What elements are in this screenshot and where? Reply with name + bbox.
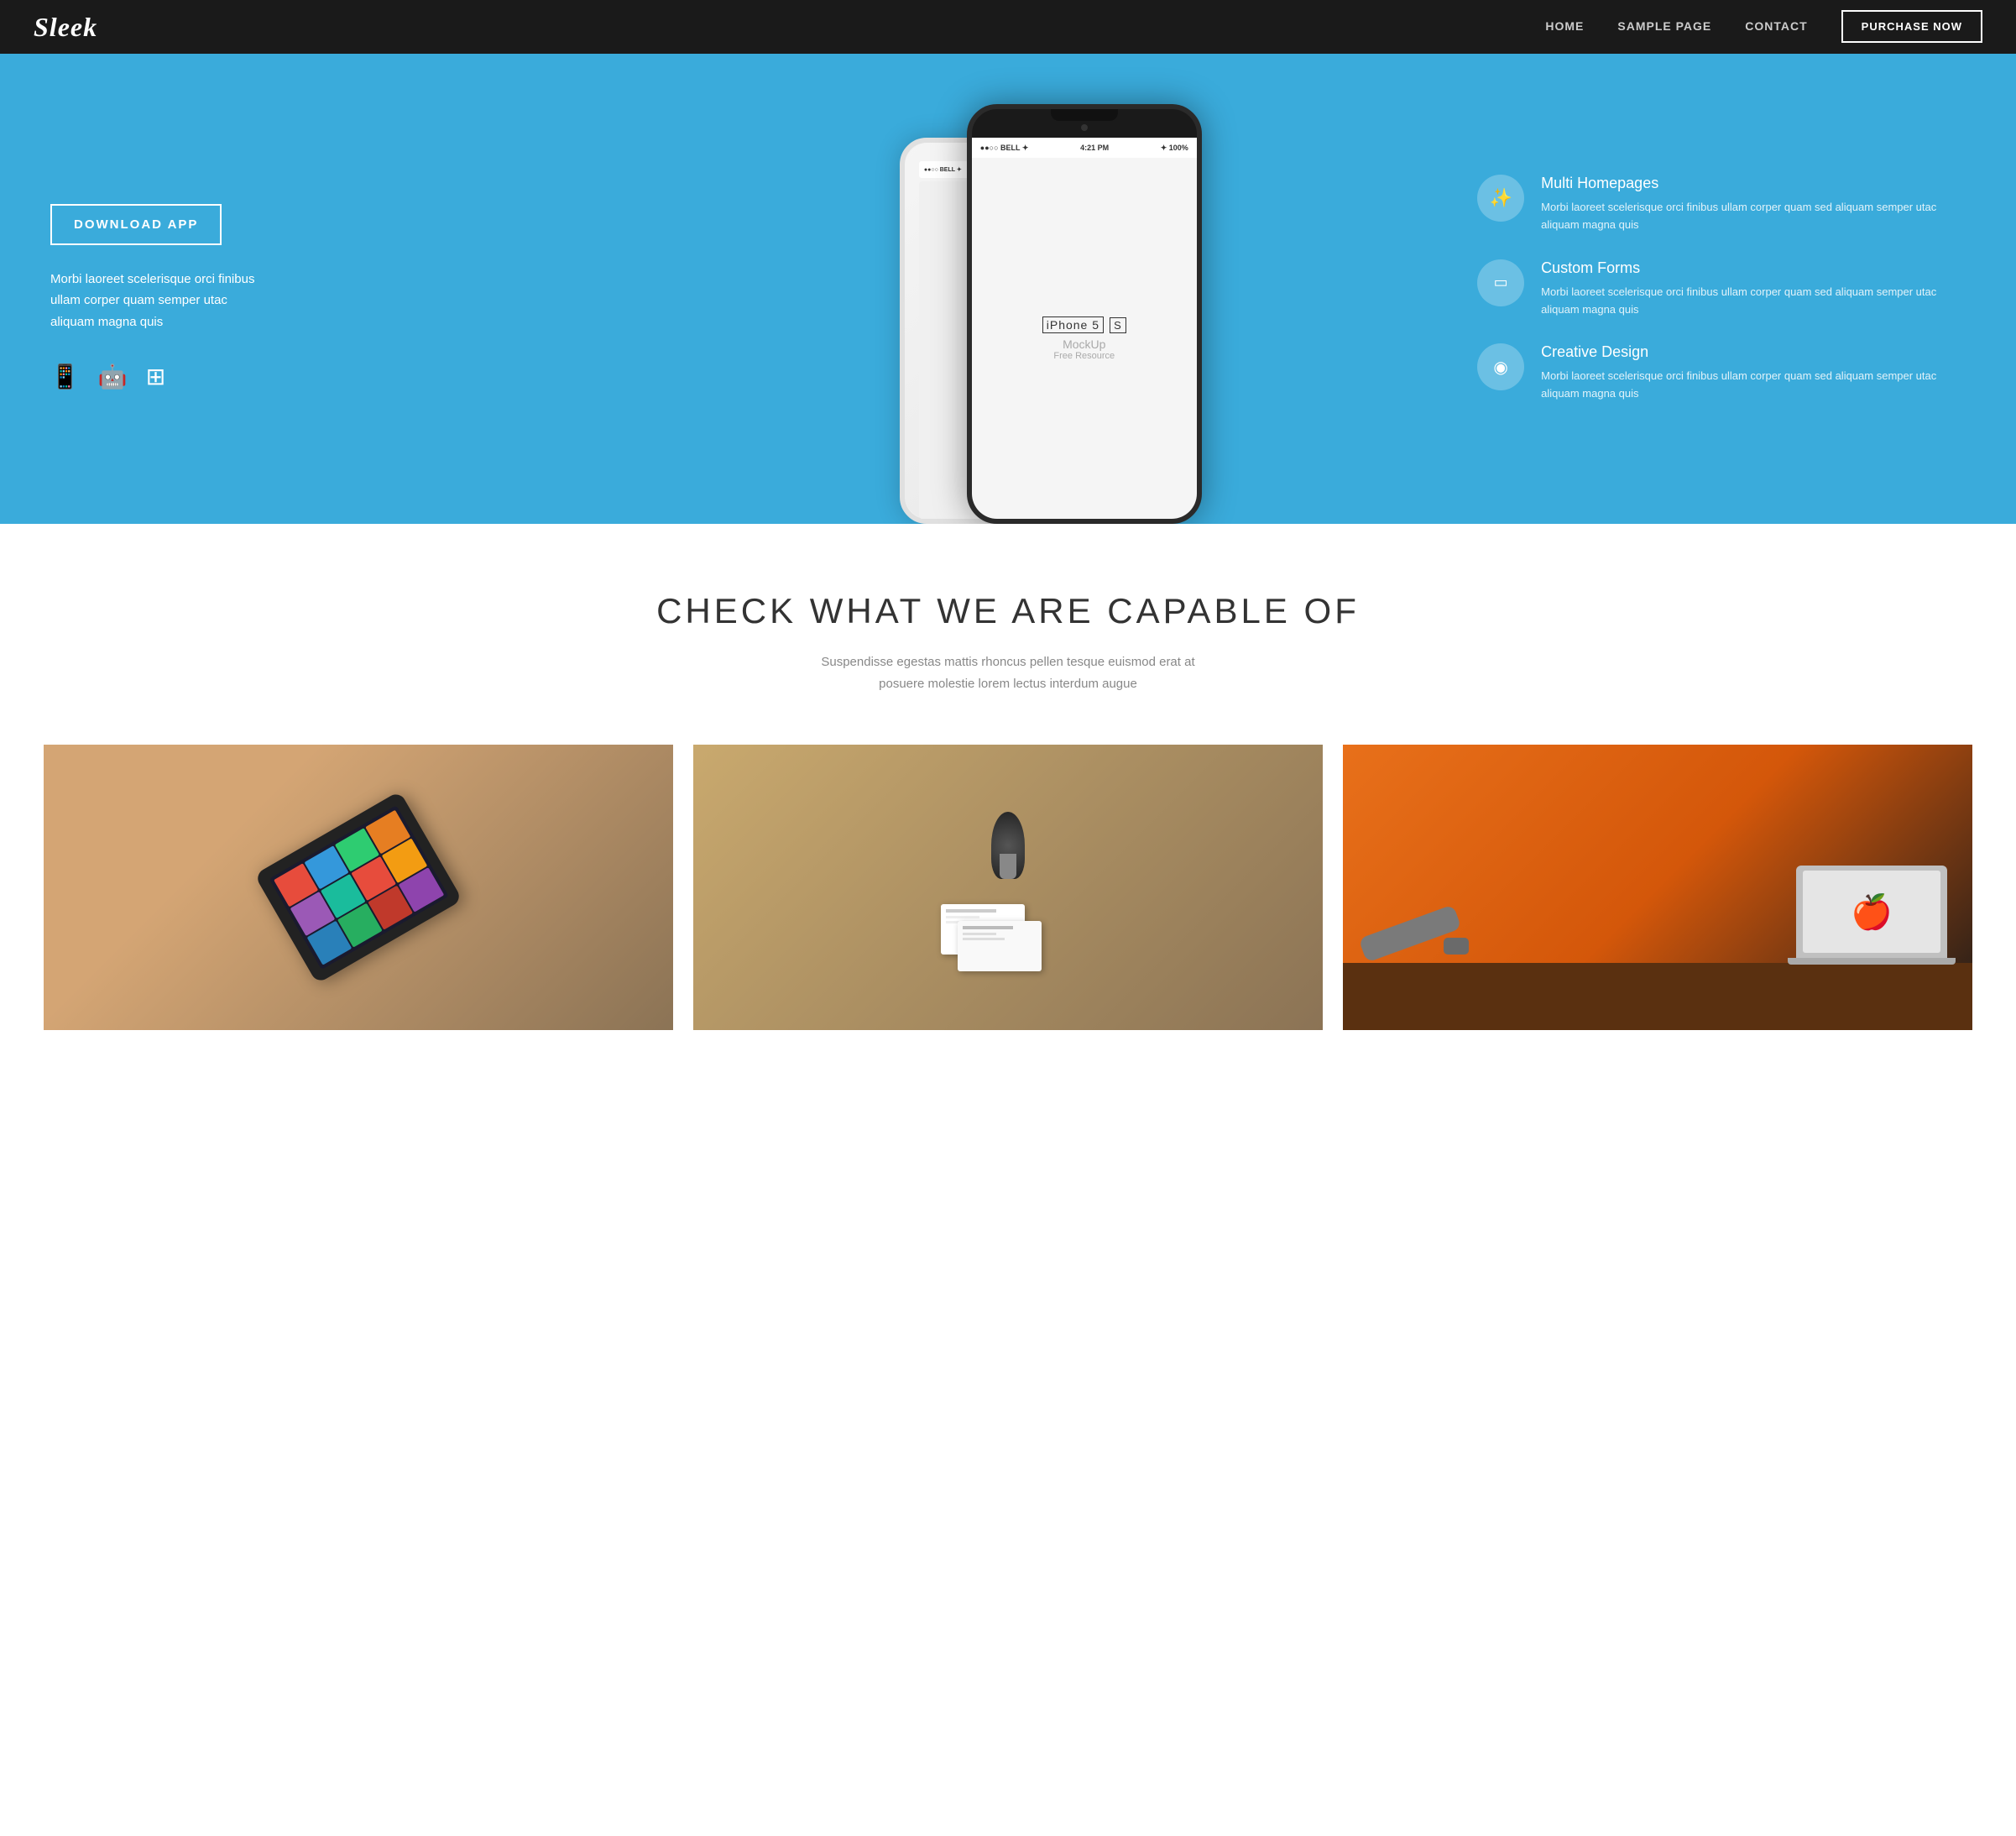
nav-link-home[interactable]: HOME	[1545, 19, 1584, 33]
hero-section: DOWNLOAD APP Morbi laoreet scelerisque o…	[0, 54, 2016, 524]
person-scene: 🍎	[1343, 745, 1972, 1030]
multi-homepages-text: Multi Homepages Morbi laoreet scelerisqu…	[1541, 175, 1974, 234]
custom-forms-title: Custom Forms	[1541, 259, 1974, 277]
creative-design-icon: ◉	[1477, 343, 1524, 390]
custom-forms-text: Custom Forms Morbi laoreet scelerisque o…	[1541, 259, 1974, 319]
android-icon[interactable]: 🤖	[98, 363, 128, 390]
iphone-camera	[1081, 124, 1088, 131]
feature-creative-design: ◉ Creative Design Morbi laoreet sceleris…	[1477, 343, 1974, 403]
multi-homepages-title: Multi Homepages	[1541, 175, 1974, 192]
hand-shape	[1444, 938, 1469, 955]
feature-custom-forms: ▭ Custom Forms Morbi laoreet scelerisque…	[1477, 259, 1974, 319]
model-suffix: S	[1110, 317, 1126, 333]
person-arm	[1360, 845, 1528, 980]
purchase-now-button[interactable]: PURCHASE NOW	[1841, 10, 1982, 43]
nav-item-home[interactable]: HOME	[1545, 19, 1584, 34]
feature-multi-homepages: ✨ Multi Homepages Morbi laoreet sceleris…	[1477, 175, 1974, 234]
iphone-notch	[1051, 109, 1118, 121]
screen-content: iPhone 5 S MockUp Free Resource	[1042, 296, 1126, 361]
laptop-base	[1788, 958, 1956, 965]
capabilities-subtitle-2: posuere molestie lorem lectus interdum a…	[34, 673, 1982, 695]
gallery-item-tablet[interactable]	[44, 745, 673, 1030]
capabilities-title: CHECK WHAT WE ARE CAPABLE OF	[34, 591, 1982, 631]
custom-forms-icon: ▭	[1477, 259, 1524, 306]
hero-right: ✨ Multi Homepages Morbi laoreet sceleris…	[1444, 54, 2016, 524]
nav-item-purchase[interactable]: PURCHASE NOW	[1841, 19, 1982, 34]
gallery-item-person[interactable]: 🍎	[1343, 745, 1972, 1030]
iphone-screen: ●●○○ BELL ✦ 4:21 PM ✦ 100% iPhone 5 S Mo…	[972, 138, 1197, 519]
status-bar-left: ●●○○ BELL ✦	[980, 144, 1029, 153]
platform-icons: 📱 🤖 ⊞	[50, 363, 682, 390]
pen-tool	[991, 812, 1025, 879]
laptop: 🍎	[1796, 866, 1947, 965]
creative-design-text: Creative Design Morbi laoreet scelerisqu…	[1541, 343, 1974, 403]
capabilities-subtitle-1: Suspendisse egestas mattis rhoncus pelle…	[34, 651, 1982, 673]
nav-link-sample-page[interactable]: SAMPLE PAGE	[1617, 19, 1711, 33]
person-placeholder: 🍎	[1343, 745, 1972, 1030]
multi-homepages-icon: ✨	[1477, 175, 1524, 222]
mockup-label: MockUp	[1042, 337, 1126, 351]
gallery-item-stationery[interactable]	[693, 745, 1323, 1030]
multi-homepages-desc: Morbi laoreet scelerisque orci finibus u…	[1541, 199, 1974, 234]
status-bar-center: 4:21 PM	[1080, 144, 1109, 152]
stationery-placeholder	[693, 745, 1323, 1030]
creative-design-title: Creative Design	[1541, 343, 1974, 361]
business-card-2	[958, 921, 1042, 971]
nav-item-sample-page[interactable]: SAMPLE PAGE	[1617, 19, 1711, 34]
windows-icon[interactable]: ⊞	[146, 363, 165, 390]
download-app-button[interactable]: DOWNLOAD APP	[50, 204, 222, 245]
nav-link-contact[interactable]: CONTACT	[1745, 19, 1807, 33]
apple-logo-icon: 🍎	[1851, 892, 1893, 932]
nav-item-contact[interactable]: CONTACT	[1745, 19, 1807, 34]
gallery-section: 🍎	[0, 745, 2016, 1030]
phone-model-name: iPhone 5 S	[1042, 312, 1126, 334]
tablet-placeholder	[44, 745, 673, 1030]
creative-design-desc: Morbi laoreet scelerisque orci finibus u…	[1541, 368, 1974, 403]
hero-left: DOWNLOAD APP Morbi laoreet scelerisque o…	[0, 54, 724, 524]
site-logo[interactable]: Sleek	[34, 12, 97, 43]
hero-description: Morbi laoreet scelerisque orci finibus u…	[50, 269, 269, 333]
hero-phone-mockup: ●●○○ BELL ✦ ✦ 100% ●●○○ BELL ✦ 4:21 PM ✦…	[724, 54, 1444, 524]
tablet-device	[254, 791, 462, 984]
capabilities-section: CHECK WHAT WE ARE CAPABLE OF Suspendisse…	[0, 524, 2016, 745]
custom-forms-desc: Morbi laoreet scelerisque orci finibus u…	[1541, 284, 1974, 319]
phone-container: ●●○○ BELL ✦ ✦ 100% ●●○○ BELL ✦ 4:21 PM ✦…	[967, 104, 1202, 524]
white-status-left: ●●○○ BELL ✦	[924, 166, 962, 173]
nav-links: HOME SAMPLE PAGE CONTACT PURCHASE NOW	[1545, 19, 1982, 34]
free-resource-label: Free Resource	[1042, 351, 1126, 361]
tablet-screen	[269, 805, 448, 970]
iphone-black-mockup: ●●○○ BELL ✦ 4:21 PM ✦ 100% iPhone 5 S Mo…	[967, 104, 1202, 524]
navbar: Sleek HOME SAMPLE PAGE CONTACT PURCHASE …	[0, 0, 2016, 54]
status-bar: ●●○○ BELL ✦ 4:21 PM ✦ 100%	[972, 138, 1197, 158]
status-bar-right: ✦ 100%	[1161, 144, 1188, 153]
ios-icon[interactable]: 📱	[50, 363, 80, 390]
